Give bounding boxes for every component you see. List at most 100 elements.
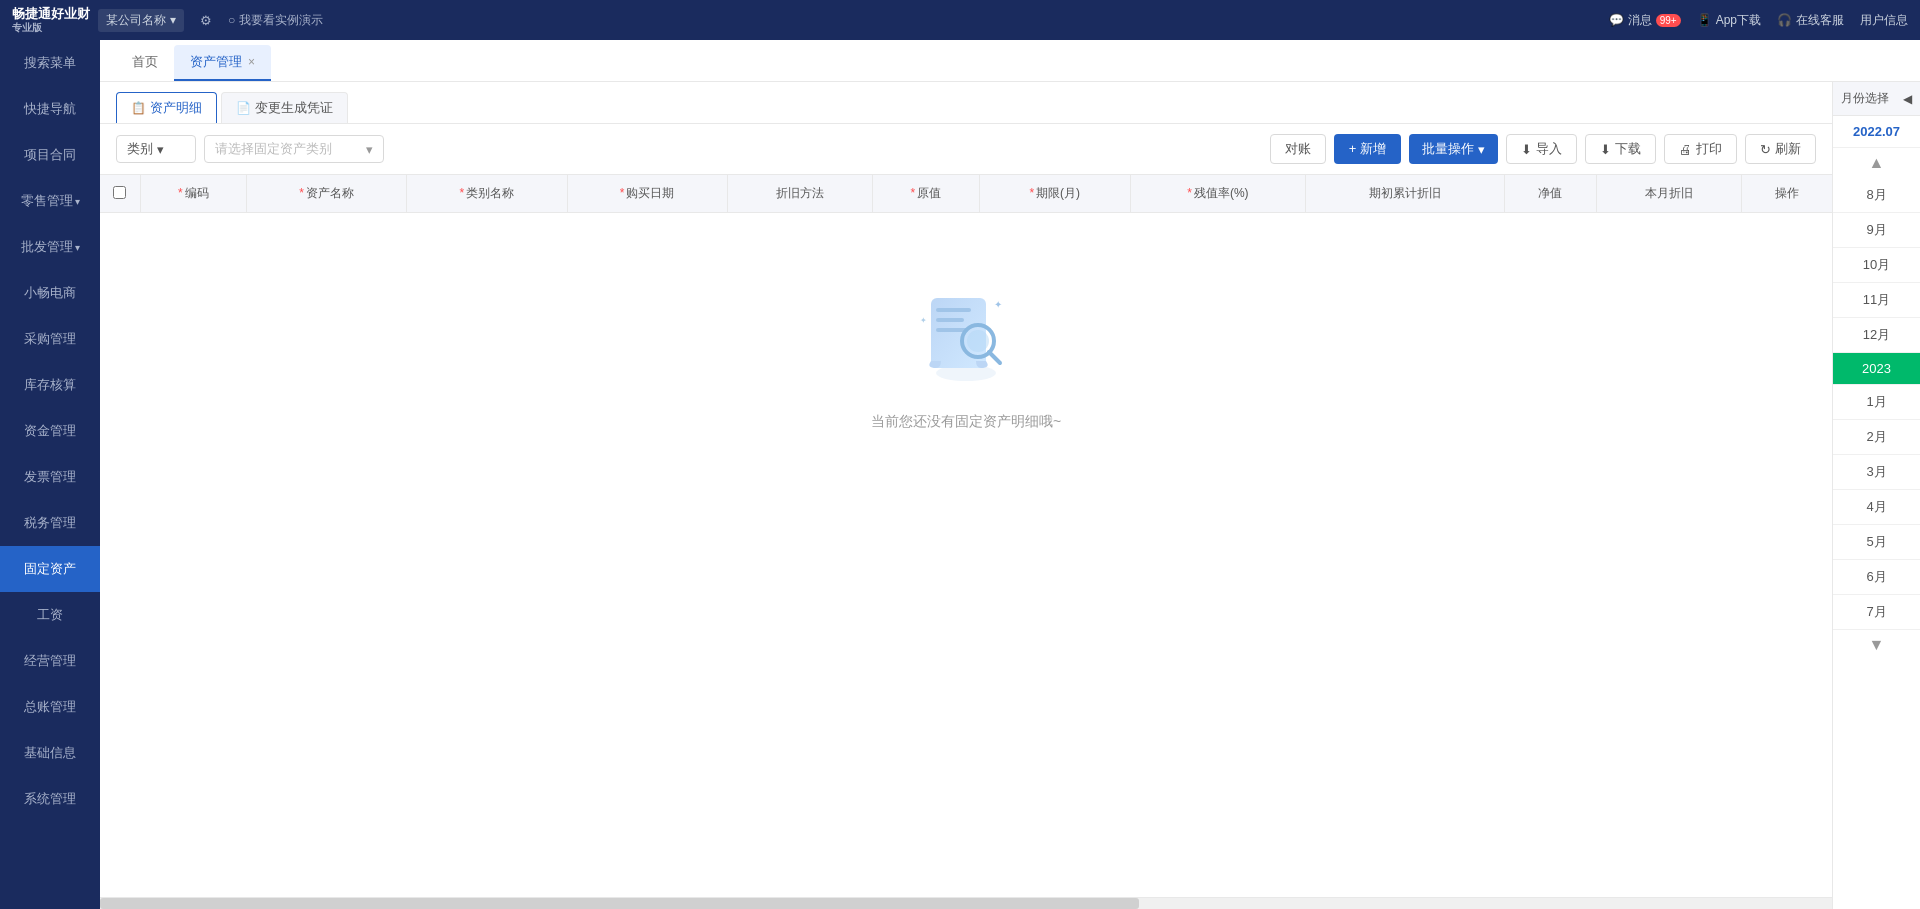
svg-text:✦: ✦ bbox=[994, 299, 1002, 310]
month-item-10月[interactable]: 10月 bbox=[1833, 248, 1920, 283]
sidebar-item-总账管理[interactable]: 总账管理 bbox=[0, 684, 100, 730]
month-item-9月[interactable]: 9月 bbox=[1833, 213, 1920, 248]
service-icon: 🎧 bbox=[1777, 13, 1792, 27]
month-up-icon[interactable]: ▲ bbox=[1869, 154, 1885, 172]
col-label: 操作 bbox=[1775, 186, 1799, 200]
col-header-code: *编码 bbox=[140, 175, 247, 213]
tab-资产管理[interactable]: 资产管理× bbox=[174, 45, 271, 81]
col-header-operation: 操作 bbox=[1741, 175, 1832, 213]
print-button[interactable]: 🖨 打印 bbox=[1664, 134, 1737, 164]
sub-tab-icon: 📋 bbox=[131, 101, 146, 115]
month-item-4月[interactable]: 4月 bbox=[1833, 490, 1920, 525]
import-button[interactable]: ⬇ 导入 bbox=[1506, 134, 1577, 164]
add-button[interactable]: + 新增 bbox=[1334, 134, 1401, 164]
content-area: 首页资产管理× 📋资产明细📄变更生成凭证 类别 ▾ 请选择固定资产类 bbox=[100, 40, 1920, 909]
table-container: *编码*资产名称*类别名称*购买日期折旧方法*原值*期限(月)*残值率(%)期初… bbox=[100, 175, 1832, 897]
demo-link[interactable]: ○ 我要看实例演示 bbox=[228, 12, 323, 29]
required-mark: * bbox=[460, 186, 465, 200]
required-mark: * bbox=[1029, 186, 1034, 200]
month-item-8月[interactable]: 8月 bbox=[1833, 178, 1920, 213]
sidebar-item-税务管理[interactable]: 税务管理 bbox=[0, 500, 100, 546]
month-item-3月[interactable]: 3月 bbox=[1833, 455, 1920, 490]
required-mark: * bbox=[620, 186, 625, 200]
month-nav-up[interactable]: ▲ bbox=[1833, 148, 1920, 178]
col-label: 期限(月) bbox=[1036, 186, 1080, 200]
month-panel-header: 月份选择 ◀ bbox=[1833, 82, 1920, 116]
sidebar-item-项目合同[interactable]: 项目合同 bbox=[0, 132, 100, 178]
col-header-current_month_depreciation: 本月折旧 bbox=[1596, 175, 1741, 213]
collapse-icon[interactable]: ◀ bbox=[1903, 92, 1912, 106]
download-icon: ⬇ bbox=[1600, 142, 1611, 157]
sidebar-item-库存核算[interactable]: 库存核算 bbox=[0, 362, 100, 408]
toolbar-right: 对账 + 新增 批量操作 ▾ ⬇ 导入 ⬇ 下载 bbox=[1270, 134, 1816, 164]
tab-首页[interactable]: 首页 bbox=[116, 45, 174, 81]
category-input[interactable]: 请选择固定资产类别 ▾ bbox=[204, 135, 384, 163]
col-label: 期初累计折旧 bbox=[1369, 186, 1441, 200]
sidebar-item-基础信息[interactable]: 基础信息 bbox=[0, 730, 100, 776]
month-item-11月[interactable]: 11月 bbox=[1833, 283, 1920, 318]
month-item-2023[interactable]: 2023 bbox=[1833, 353, 1920, 385]
bottom-scrollbar[interactable] bbox=[100, 897, 1832, 909]
col-header-name: *资产名称 bbox=[247, 175, 407, 213]
required-mark: * bbox=[1187, 186, 1192, 200]
month-nav-down[interactable]: ▼ bbox=[1833, 630, 1920, 660]
settings-button[interactable]: ⚙ bbox=[192, 6, 220, 34]
main-layout: 搜索菜单快捷导航项目合同零售管理▾批发管理▾小畅电商采购管理库存核算资金管理发票… bbox=[0, 40, 1920, 909]
sidebar-item-批发管理[interactable]: 批发管理▾ bbox=[0, 224, 100, 270]
selected-month-display[interactable]: 2022.07 bbox=[1833, 116, 1920, 148]
month-item-5月[interactable]: 5月 bbox=[1833, 525, 1920, 560]
app-title-text: 畅捷通好业财 bbox=[12, 6, 90, 22]
month-item-7月[interactable]: 7月 bbox=[1833, 595, 1920, 630]
month-item-2月[interactable]: 2月 bbox=[1833, 420, 1920, 455]
sidebar-item-发票管理[interactable]: 发票管理 bbox=[0, 454, 100, 500]
sidebar-item-搜索菜单[interactable]: 搜索菜单 bbox=[0, 40, 100, 86]
col-header-accumulated_depreciation: 期初累计折旧 bbox=[1305, 175, 1504, 213]
reconcile-button[interactable]: 对账 bbox=[1270, 134, 1326, 164]
sidebar-item-系统管理[interactable]: 系统管理 bbox=[0, 776, 100, 822]
messages-button[interactable]: 💬 消息 99+ bbox=[1609, 12, 1681, 29]
company-selector[interactable]: 某公司名称 ▾ bbox=[98, 9, 184, 32]
refresh-icon: ↻ bbox=[1760, 142, 1771, 157]
sidebar-item-工资[interactable]: 工资 bbox=[0, 592, 100, 638]
filter-category-label: 类别 bbox=[127, 140, 153, 158]
sub-tab-资产明细[interactable]: 📋资产明细 bbox=[116, 92, 217, 123]
col-header-original_value: *原值 bbox=[873, 175, 980, 213]
tab-bar: 首页资产管理× bbox=[100, 40, 1920, 82]
sidebar-item-固定资产[interactable]: 固定资产 bbox=[0, 546, 100, 592]
select-all-checkbox[interactable] bbox=[113, 186, 126, 199]
month-item-12月[interactable]: 12月 bbox=[1833, 318, 1920, 353]
demo-icon: ○ bbox=[228, 13, 235, 27]
sidebar-item-快捷导航[interactable]: 快捷导航 bbox=[0, 86, 100, 132]
toolbar-left: 类别 ▾ 请选择固定资产类别 ▾ bbox=[116, 135, 384, 163]
batch-operation-button[interactable]: 批量操作 ▾ bbox=[1409, 134, 1498, 164]
app-title: 畅捷通好业财 专业版 bbox=[12, 6, 90, 34]
month-item-6月[interactable]: 6月 bbox=[1833, 560, 1920, 595]
demo-link-text: 我要看实例演示 bbox=[239, 12, 323, 29]
sidebar-item-资金管理[interactable]: 资金管理 bbox=[0, 408, 100, 454]
chevron-icon: ▾ bbox=[75, 242, 80, 253]
company-name: 某公司名称 bbox=[106, 12, 166, 29]
app-download-button[interactable]: 📱 App下载 bbox=[1697, 12, 1761, 29]
sidebar-item-零售管理[interactable]: 零售管理▾ bbox=[0, 178, 100, 224]
month-down-icon[interactable]: ▼ bbox=[1869, 636, 1885, 654]
message-icon: 💬 bbox=[1609, 13, 1624, 27]
app-subtitle: 专业版 bbox=[12, 22, 90, 34]
assets-table: *编码*资产名称*类别名称*购买日期折旧方法*原值*期限(月)*残值率(%)期初… bbox=[100, 175, 1832, 491]
sidebar-item-经营管理[interactable]: 经营管理 bbox=[0, 638, 100, 684]
category-filter-select[interactable]: 类别 ▾ bbox=[116, 135, 196, 163]
month-item-1月[interactable]: 1月 bbox=[1833, 385, 1920, 420]
month-panel: 月份选择 ◀ 2022.07 ▲ 8月9月10月11月12月20231月2月3月… bbox=[1832, 82, 1920, 909]
sub-tab-变更生成凭证[interactable]: 📄变更生成凭证 bbox=[221, 92, 348, 123]
tab-close-icon[interactable]: × bbox=[248, 55, 255, 69]
col-label: 净值 bbox=[1538, 186, 1562, 200]
sidebar-item-采购管理[interactable]: 采购管理 bbox=[0, 316, 100, 362]
chevron-down-icon: ▾ bbox=[170, 13, 176, 27]
sidebar-item-小畅电商[interactable]: 小畅电商 bbox=[0, 270, 100, 316]
top-bar: 畅捷通好业财 专业版 某公司名称 ▾ ⚙ ○ 我要看实例演示 💬 消息 99+ … bbox=[0, 0, 1920, 40]
online-service-button[interactable]: 🎧 在线客服 bbox=[1777, 12, 1844, 29]
col-label: 类别名称 bbox=[466, 186, 514, 200]
refresh-button[interactable]: ↻ 刷新 bbox=[1745, 134, 1816, 164]
col-label: 折旧方法 bbox=[776, 186, 824, 200]
download-button[interactable]: ⬇ 下载 bbox=[1585, 134, 1656, 164]
empty-illustration: ✦ ✦ bbox=[906, 273, 1026, 393]
